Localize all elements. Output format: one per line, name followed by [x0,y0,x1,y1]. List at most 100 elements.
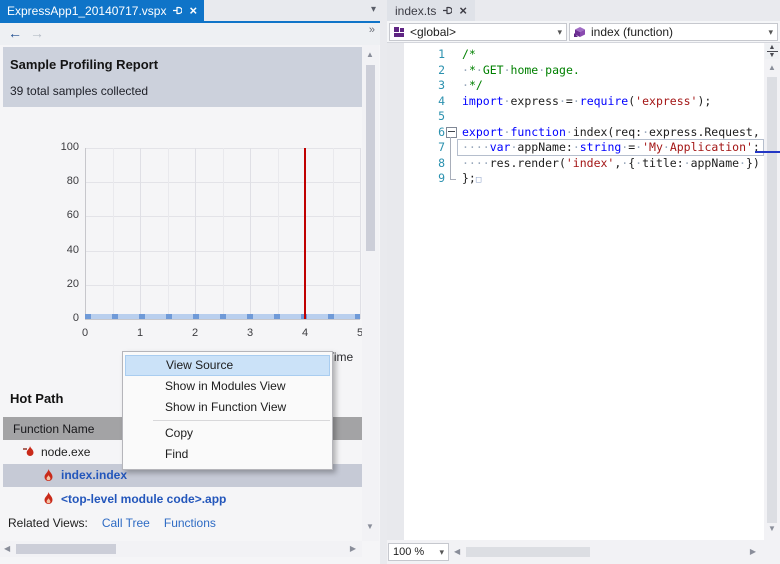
member-dropdown[interactable]: index (function) ▾ [569,23,778,41]
chevron-down-icon: ▾ [557,26,562,37]
forward-button[interactable]: → [30,25,44,41]
grid-line-v [332,148,334,319]
scroll-down-icon[interactable]: ▼ [768,525,776,533]
flame-icon [23,445,36,458]
global-scope-icon [394,26,405,38]
tab-list-dropdown-icon[interactable]: ▾ [371,4,376,15]
left-vscroll-thumb[interactable] [366,65,375,251]
tab-index-ts[interactable]: index.ts × [387,0,475,21]
code-token: 'express' [635,93,698,108]
code-token: index(req: [572,124,643,139]
grid-line-v [360,148,361,319]
code-line-4[interactable]: 4 import·express·=·require('express'); [387,94,764,110]
editor-vscroll-thumb[interactable] [767,77,777,523]
scope-dropdown-value: <global> [410,25,457,39]
menu-separator [153,420,330,421]
menu-item-copy[interactable]: Copy [125,423,330,444]
code-token: res.render( [489,155,566,170]
line-number: 4 [438,93,445,108]
editor-horizontal-scrollbar[interactable]: ◀ ▶ [449,543,764,561]
line-number: 2 [438,62,445,77]
code-token: GET [482,62,504,77]
collapse-region-icon[interactable] [446,126,457,138]
line-number: 9 [438,171,445,185]
scroll-right-icon[interactable]: ▶ [750,548,756,556]
x-tick-label: 2 [191,327,199,339]
zoom-dropdown[interactable]: 100 % ▾ [388,543,449,561]
left-hscroll-thumb[interactable] [16,544,116,554]
grid-line-v [140,148,141,319]
code-token: · [572,93,580,108]
scroll-down-icon[interactable]: ▼ [366,523,374,531]
grid-line-v [112,148,114,319]
code-text: };□ [462,171,481,185]
menu-item-view-source[interactable]: View Source [125,355,330,376]
flame-icon [43,492,56,505]
grid-line-h [85,284,360,286]
right-tabstrip: index.ts × [387,0,780,21]
code-token: title: [642,155,684,170]
code-token: export [462,124,504,139]
report-subtitle: 39 total samples collected [10,84,149,98]
back-button[interactable]: ← [8,25,22,41]
code-line-2[interactable]: 2 ·*·GET·home·page. [387,63,764,79]
tab-expressapp-vspx[interactable]: ExpressApp1_20140717.vspx × [0,0,205,21]
close-icon[interactable]: × [189,4,197,17]
scroll-left-icon[interactable]: ◀ [454,548,460,556]
code-line-1[interactable]: 1 /* [387,47,764,63]
related-view-link-call-tree[interactable]: Call Tree [102,516,150,530]
y-tick-label: 0 [72,312,79,324]
close-icon[interactable]: × [459,4,467,17]
grid-line-v [305,148,306,319]
x-tick-label: 1 [136,327,144,339]
grid-line-v [222,148,224,319]
code-editor[interactable]: 1/* 2 ·*·GET·home·page. 3 ·*/4 import · express… [387,43,764,540]
profiler-report-pane: ExpressApp1_20140717.vspx × ▾ ← → » Samp… [0,0,380,564]
code-line-9[interactable]: 9 };□ [387,171,764,187]
code-line-5[interactable]: 5 [387,109,764,125]
code-token: * [468,62,476,77]
split-down-icon: ▼ [768,52,776,59]
code-line-3[interactable]: 3 ·*/ [387,78,764,94]
hot-path-title: Hot Path [10,391,64,406]
grid-line-h [85,250,360,252]
scroll-up-icon[interactable]: ▲ [768,64,776,72]
scope-dropdown[interactable]: <global> ▾ [389,23,567,41]
pin-icon[interactable] [173,6,183,15]
scroll-up-icon[interactable]: ▲ [366,51,374,59]
member-dropdown-value: index (function) [591,25,674,39]
split-window-grip[interactable]: ▲ ▼ [765,44,779,59]
grid-line-h [85,148,360,149]
left-horizontal-scrollbar[interactable]: ◀ ▶ [0,541,362,557]
hot-path-row-top-level-module-code-app[interactable]: <top-level module code>.app [3,487,363,510]
toolbar-overflow-icon[interactable]: » [369,24,375,36]
related-view-link-functions[interactable]: Functions [164,516,216,530]
line-number: 7 [438,140,445,154]
report-header: Sample Profiling Report 39 total samples… [3,47,362,107]
code-token: import [462,93,504,108]
chevron-down-icon: ▾ [439,546,444,557]
left-vertical-scrollbar[interactable]: ▲ ▼ [362,45,379,541]
method-icon [574,26,586,38]
tab-title: ExpressApp1_20140717.vspx [7,3,167,18]
code-editor-pane: index.ts × <global> ▾ index (function) ▾… [387,0,780,564]
code-token: express [510,93,559,108]
code-text: export·function·index(req:·express.Reque… [462,125,760,139]
caret-position-marker [764,151,780,153]
editor-vertical-scrollbar[interactable]: ▲ ▼ ▲ ▼ [764,43,780,540]
scroll-left-icon[interactable]: ◀ [4,545,10,553]
menu-item-show-in-function-view[interactable]: Show in Function View [125,397,330,418]
code-line-8[interactable]: 8 ····res.render('index',·{·title:·appNam… [387,156,764,172]
menu-item-find[interactable]: Find [125,444,330,465]
code-line-6[interactable]: 6 export·function·index(req:·express.Requ… [387,125,764,141]
x-tick-label: 0 [81,327,89,339]
chevron-down-icon: ▾ [768,26,773,37]
scroll-right-icon[interactable]: ▶ [350,545,356,553]
menu-item-show-in-modules-view[interactable]: Show in Modules View [125,376,330,397]
code-token: }) [745,155,760,170]
outline-end-tick [450,179,456,180]
code-token: page. [545,62,580,77]
grid-line-v [250,148,251,319]
editor-hscroll-thumb[interactable] [466,547,590,557]
pin-icon[interactable] [443,6,453,15]
